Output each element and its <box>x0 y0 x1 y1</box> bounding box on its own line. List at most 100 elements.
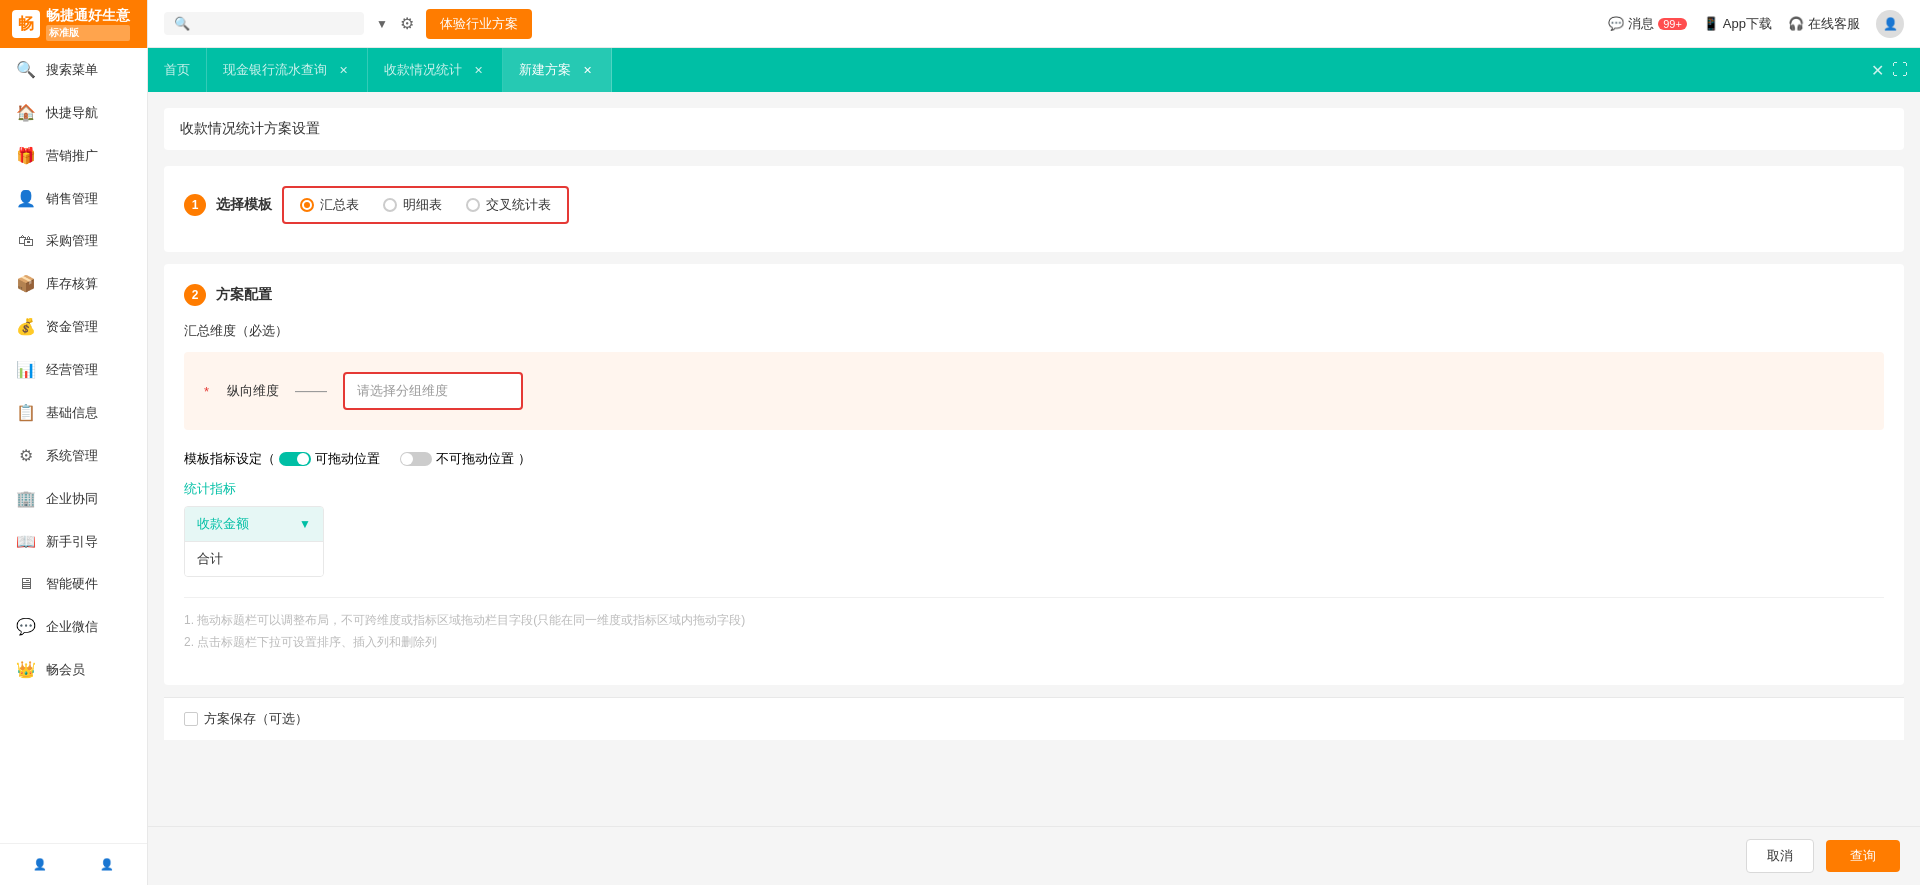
doc-icon: 📋 <box>16 403 36 422</box>
metrics-title-suffix: ） <box>518 450 531 468</box>
sidebar-item-system[interactable]: ⚙ 系统管理 <box>0 434 147 477</box>
logo-text: 畅捷通好生意 标准版 <box>46 7 130 41</box>
close-window-icon[interactable]: ✕ <box>1871 61 1884 80</box>
save-option-checkbox-group[interactable]: 方案保存（可选） <box>184 710 308 728</box>
arrow-icon: —— <box>295 382 327 400</box>
sidebar-item-label: 快捷导航 <box>46 104 98 122</box>
book-icon: 📖 <box>16 532 36 551</box>
sidebar-item-label: 智能硬件 <box>46 575 98 593</box>
dropdown-button[interactable]: ▼ <box>376 17 388 31</box>
save-option-checkbox[interactable] <box>184 712 198 726</box>
tab-bank-flow-close[interactable]: ✕ <box>335 62 351 78</box>
radio-summary[interactable]: 汇总表 <box>300 196 359 214</box>
tips-area: 1. 拖动标题栏可以调整布局，不可跨维度或指标区域拖动栏目字段(只能在同一维度或… <box>184 597 1884 665</box>
tab-home[interactable]: 首页 <box>148 48 207 92</box>
trial-button[interactable]: 体验行业方案 <box>426 9 532 39</box>
tab-new-plan-label: 新建方案 <box>519 61 571 79</box>
message-icon: 💬 <box>1608 16 1624 31</box>
search-input[interactable] <box>196 17 336 31</box>
app-download-label: App下载 <box>1723 15 1772 33</box>
radio-summary-label: 汇总表 <box>320 196 359 214</box>
tab-new-plan[interactable]: 新建方案 ✕ <box>503 48 612 92</box>
tips-row-1: 1. 拖动标题栏可以调整布局，不可跨维度或指标区域拖动栏目字段(只能在同一维度或… <box>184 610 1884 632</box>
maximize-icon[interactable]: ⛶ <box>1892 61 1908 79</box>
bottom-btn-2[interactable]: 👤 <box>76 852 140 877</box>
message-badge: 99+ <box>1658 18 1687 30</box>
sidebar-item-hardware[interactable]: 🖥 智能硬件 <box>0 563 147 605</box>
topbar: 🔍 ▼ ⚙ 体验行业方案 💬 消息 99+ 📱 App下载 🎧 在线客服 👤 <box>148 0 1920 48</box>
message-btn[interactable]: 💬 消息 99+ <box>1608 15 1687 33</box>
bottom-btn-1[interactable]: 👤 <box>8 852 72 877</box>
crown-icon: 👑 <box>16 660 36 679</box>
save-option-bar: 方案保存（可选） <box>164 697 1904 740</box>
query-button[interactable]: 查询 <box>1826 840 1900 872</box>
online-service-btn[interactable]: 🎧 在线客服 <box>1788 15 1860 33</box>
money-icon: 💰 <box>16 317 36 336</box>
sidebar-item-finance[interactable]: 💰 资金管理 <box>0 305 147 348</box>
radio-cross-label: 交叉统计表 <box>486 196 551 214</box>
sidebar-item-sales[interactable]: 👤 销售管理 <box>0 177 147 220</box>
vertical-dim-label: 纵向维度 <box>227 382 279 400</box>
radio-detail[interactable]: 明细表 <box>383 196 442 214</box>
template-radio-group: 汇总表 明细表 交叉统计表 <box>282 186 569 224</box>
non-draggable-indicator: 不可拖动位置 <box>400 450 514 468</box>
sidebar-item-marketing[interactable]: 🎁 营销推广 <box>0 134 147 177</box>
user-avatar[interactable]: 👤 <box>1876 10 1904 38</box>
metrics-header-label: 收款金额 <box>197 515 249 533</box>
sidebar-logo: 畅 畅捷通好生意 标准版 <box>0 0 147 48</box>
sidebar-item-label: 基础信息 <box>46 404 98 422</box>
sidebar: 畅 畅捷通好生意 标准版 🔍 搜索菜单 🏠 快捷导航 🎁 营销推广 👤 销售管理… <box>0 0 148 885</box>
cancel-button[interactable]: 取消 <box>1746 839 1814 873</box>
topbar-right: 💬 消息 99+ 📱 App下载 🎧 在线客服 👤 <box>1608 10 1904 38</box>
sidebar-item-label: 企业协同 <box>46 490 98 508</box>
settings-icon[interactable]: ⚙ <box>400 14 414 33</box>
tab-new-plan-close[interactable]: ✕ <box>579 62 595 78</box>
step2-num: 2 <box>184 284 206 306</box>
sidebar-item-search-menu[interactable]: 🔍 搜索菜单 <box>0 48 147 91</box>
monitor-icon: 🖥 <box>16 575 36 593</box>
window-controls: ✕ ⛶ <box>1859 48 1920 92</box>
radio-detail-label: 明细表 <box>403 196 442 214</box>
chevron-down-icon: ▼ <box>376 17 388 31</box>
tab-bank-flow[interactable]: 现金银行流水查询 ✕ <box>207 48 368 92</box>
chevron-down-icon: ▼ <box>299 517 311 531</box>
non-draggable-label: 不可拖动位置 <box>436 450 514 468</box>
sidebar-item-purchase[interactable]: 🛍 采购管理 <box>0 220 147 262</box>
tab-receipt-stats-close[interactable]: ✕ <box>470 62 486 78</box>
metrics-label-row: 模板指标设定（ 可拖动位置 不可拖动位置 ） <box>184 450 1884 468</box>
step1-card: 1 选择模板 汇总表 明细表 交叉统计表 <box>164 166 1904 252</box>
metrics-title: 模板指标设定（ <box>184 450 275 468</box>
metrics-table-row-total: 合计 <box>185 542 323 576</box>
search-box[interactable]: 🔍 <box>164 12 364 35</box>
gift-icon: 🎁 <box>16 146 36 165</box>
tab-bank-flow-label: 现金银行流水查询 <box>223 61 327 79</box>
sidebar-item-operations[interactable]: 📊 经营管理 <box>0 348 147 391</box>
sidebar-item-label: 新手引导 <box>46 533 98 551</box>
tab-receipt-stats[interactable]: 收款情况统计 ✕ <box>368 48 503 92</box>
sidebar-item-guide[interactable]: 📖 新手引导 <box>0 520 147 563</box>
metrics-table-header: 收款金额 ▼ <box>185 507 323 542</box>
app-download-btn[interactable]: 📱 App下载 <box>1703 15 1772 33</box>
radio-summary-circle <box>300 198 314 212</box>
sidebar-item-basic-info[interactable]: 📋 基础信息 <box>0 391 147 434</box>
chat-icon: 💬 <box>16 617 36 636</box>
radio-cross[interactable]: 交叉统计表 <box>466 196 551 214</box>
sidebar-item-inventory[interactable]: 📦 库存核算 <box>0 262 147 305</box>
building-icon: 🏢 <box>16 489 36 508</box>
sidebar-item-quick-nav[interactable]: 🏠 快捷导航 <box>0 91 147 134</box>
user-icon: 👤 <box>16 189 36 208</box>
sidebar-item-member[interactable]: 👑 畅会员 <box>0 648 147 691</box>
sidebar-item-enterprise[interactable]: 🏢 企业协同 <box>0 477 147 520</box>
dimension-row: * 纵向维度 —— 请选择分组维度 <box>204 372 1864 410</box>
step2-card: 2 方案配置 汇总维度（必选） * 纵向维度 —— 请选择分组维度 模板指标设定… <box>164 264 1904 685</box>
dimension-placeholder: 请选择分组维度 <box>357 383 448 398</box>
sidebar-item-label: 畅会员 <box>46 661 85 679</box>
message-label: 消息 <box>1628 15 1654 33</box>
required-marker: * <box>204 384 209 399</box>
dimension-select[interactable]: 请选择分组维度 <box>343 372 523 410</box>
sidebar-item-label: 采购管理 <box>46 232 98 250</box>
sidebar-item-weixin[interactable]: 💬 企业微信 <box>0 605 147 648</box>
footer-bar: 取消 查询 <box>148 826 1920 885</box>
sidebar-item-label: 搜索菜单 <box>46 61 98 79</box>
tabbar: 首页 现金银行流水查询 ✕ 收款情况统计 ✕ 新建方案 ✕ ✕ ⛶ <box>148 48 1920 92</box>
